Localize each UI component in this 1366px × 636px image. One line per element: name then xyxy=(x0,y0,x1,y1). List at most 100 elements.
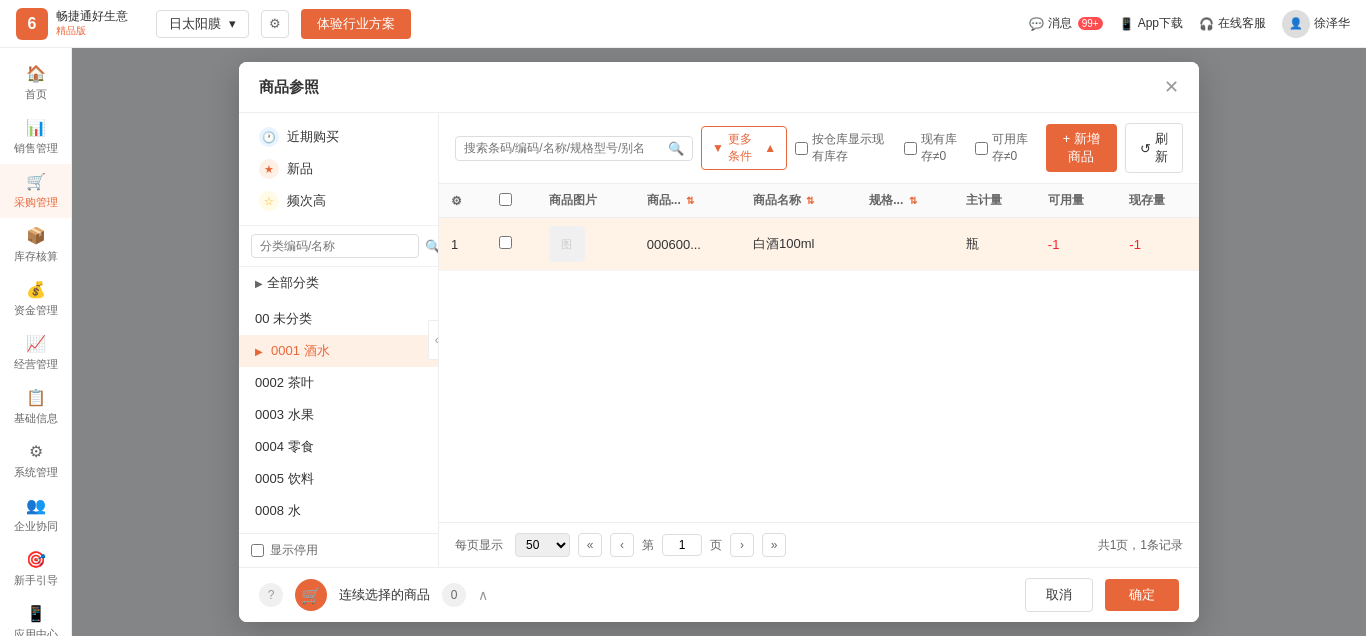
selected-text: 连续选择的商品 xyxy=(339,586,430,604)
show-disabled-checkbox[interactable] xyxy=(251,544,264,557)
search-icon-btn[interactable]: 🔍 xyxy=(668,141,684,156)
system-icon: ⚙ xyxy=(29,442,43,461)
gear-button[interactable]: ⚙ xyxy=(261,10,289,38)
cat-item-3[interactable]: 0003 水果 xyxy=(239,399,438,431)
sidebar-item-guide[interactable]: 🎯 新手引导 xyxy=(0,542,71,596)
select-all-checkbox[interactable] xyxy=(499,193,512,206)
nav-selector[interactable]: 日太阳膜 ▾ xyxy=(156,10,249,38)
search-icon[interactable]: 🔍 xyxy=(425,239,439,254)
show-disabled-row: 显示停用 xyxy=(239,533,438,567)
row-current: -1 xyxy=(1117,218,1199,271)
chevron-down-icon: ▾ xyxy=(229,16,236,31)
all-category-item[interactable]: ▶ 全部分类 xyxy=(239,267,438,299)
collab-icon: 👥 xyxy=(26,496,46,515)
collapse-panel-button[interactable]: « xyxy=(428,320,439,360)
col-checkbox[interactable] xyxy=(487,184,537,218)
add-product-button[interactable]: + 新增商品 xyxy=(1046,124,1117,172)
last-page-button[interactable]: » xyxy=(762,533,786,557)
sidebar-label-finance: 资金管理 xyxy=(14,303,58,318)
available-filter[interactable]: 可用库存≠0 xyxy=(975,131,1038,165)
page-size-select[interactable]: 50 100 200 xyxy=(515,533,570,557)
cat-item-5[interactable]: 0005 饮料 xyxy=(239,463,438,495)
quick-recent[interactable]: 🕐 近期购买 xyxy=(251,121,426,153)
refresh-label: 刷新 xyxy=(1155,130,1168,166)
cat-item-4[interactable]: 0004 零食 xyxy=(239,431,438,463)
avatar: 👤 xyxy=(1282,10,1310,38)
confirm-button[interactable]: 确定 xyxy=(1105,579,1179,611)
filter-collapse-icon: ▲ xyxy=(764,141,776,155)
modal-footer: ? 🛒 连续选择的商品 0 ∧ 取消 确定 xyxy=(239,567,1199,622)
first-page-button[interactable]: « xyxy=(578,533,602,557)
available-label: 可用库存≠0 xyxy=(992,131,1038,165)
col-code[interactable]: 商品... ⇅ xyxy=(635,184,741,218)
sidebar-item-system[interactable]: ⚙ 系统管理 xyxy=(0,434,71,488)
next-page-button[interactable]: › xyxy=(730,533,754,557)
sidebar-item-home[interactable]: 🏠 首页 xyxy=(0,56,71,110)
selector-label: 日太阳膜 xyxy=(169,15,221,33)
row-available: -1 xyxy=(1036,218,1118,271)
cart-button[interactable]: 🛒 xyxy=(295,579,327,611)
prev-page-button[interactable]: ‹ xyxy=(610,533,634,557)
cat-item-6[interactable]: 0008 水 xyxy=(239,495,438,527)
cat-item-2[interactable]: 0002 茶叶 xyxy=(239,367,438,399)
sidebar-label-basic: 基础信息 xyxy=(14,411,58,426)
sidebar-item-collab[interactable]: 👥 企业协同 xyxy=(0,488,71,542)
service-button[interactable]: 🎧 在线客服 xyxy=(1199,15,1266,32)
modal-close-button[interactable]: ✕ xyxy=(1164,76,1179,98)
logo-text: 畅捷通好生意 xyxy=(56,9,128,25)
sidebar-item-finance[interactable]: 💰 资金管理 xyxy=(0,272,71,326)
col-name[interactable]: 商品名称 ⇅ xyxy=(741,184,857,218)
nav-right: 💬 消息 99+ 📱 App下载 🎧 在线客服 👤 徐泽华 xyxy=(1029,10,1350,38)
footer-collapse-button[interactable]: ∧ xyxy=(478,587,488,603)
messages-button[interactable]: 💬 消息 99+ xyxy=(1029,15,1103,32)
main-content: 商品参照 ✕ 🕐 近期购买 ★ xyxy=(72,48,1366,636)
sidebar-item-basic[interactable]: 📋 基础信息 xyxy=(0,380,71,434)
quick-freq[interactable]: ☆ 频次高 xyxy=(251,185,426,217)
finance-icon: 💰 xyxy=(26,280,46,299)
sidebar-item-inventory[interactable]: 📦 库存核算 xyxy=(0,218,71,272)
product-search-input[interactable] xyxy=(464,141,664,155)
trial-button[interactable]: 体验行业方案 xyxy=(301,9,411,39)
col-spec[interactable]: 规格... ⇅ xyxy=(857,184,954,218)
sidebar-item-sales[interactable]: 📊 销售管理 xyxy=(0,110,71,164)
app-download-button[interactable]: 📱 App下载 xyxy=(1119,15,1183,32)
cat-label-0: 00 未分类 xyxy=(255,310,312,328)
row-unit: 瓶 xyxy=(954,218,1036,271)
category-search-input[interactable] xyxy=(251,234,419,258)
cat-item-1[interactable]: ▶ 0001 酒水 xyxy=(239,335,438,367)
cat-label-5: 0005 饮料 xyxy=(255,470,314,488)
guide-icon: 🎯 xyxy=(26,550,46,569)
col-settings[interactable]: ⚙ xyxy=(439,184,487,218)
cat-label-2: 0002 茶叶 xyxy=(255,374,314,392)
refresh-icon: ↺ xyxy=(1140,141,1151,156)
filter-button[interactable]: ▼ 更多条件 ▲ xyxy=(701,126,787,170)
warehouse-checkbox[interactable] xyxy=(795,142,808,155)
page-number-input[interactable] xyxy=(662,534,702,556)
category-list: 00 未分类 ▶ 0001 酒水 0002 茶叶 0003 水果 xyxy=(239,299,438,533)
refresh-button[interactable]: ↺ 刷新 xyxy=(1125,123,1183,173)
logo-sub: 精品版 xyxy=(56,24,128,38)
sidebar-item-purchase[interactable]: 🛒 采购管理 xyxy=(0,164,71,218)
cancel-button[interactable]: 取消 xyxy=(1025,578,1093,612)
quick-new[interactable]: ★ 新品 xyxy=(251,153,426,185)
row-checkbox-cell[interactable] xyxy=(487,218,537,271)
sidebar-item-operation[interactable]: 📈 经营管理 xyxy=(0,326,71,380)
existing-checkbox[interactable] xyxy=(904,142,917,155)
help-button[interactable]: ? xyxy=(259,583,283,607)
search-bar-right: + 新增商品 ↺ 刷新 xyxy=(1046,123,1183,173)
existing-filter[interactable]: 现有库存≠0 xyxy=(904,131,967,165)
warehouse-filter[interactable]: 按仓库显示现有库存 xyxy=(795,131,896,165)
cat-item-0[interactable]: 00 未分类 xyxy=(239,303,438,335)
recent-icon: 🕐 xyxy=(259,127,279,147)
row-checkbox[interactable] xyxy=(499,236,512,249)
sidebar-item-apps[interactable]: 📱 应用中心 xyxy=(0,596,71,636)
service-label: 在线客服 xyxy=(1218,15,1266,32)
purchase-icon: 🛒 xyxy=(26,172,46,191)
table-row[interactable]: 1 图 000600... 白酒100ml 瓶 xyxy=(439,218,1199,271)
user-profile[interactable]: 👤 徐泽华 xyxy=(1282,10,1350,38)
col-unit: 主计量 xyxy=(954,184,1036,218)
available-checkbox[interactable] xyxy=(975,142,988,155)
all-category-label: 全部分类 xyxy=(267,274,319,292)
apps-icon: 📱 xyxy=(26,604,46,623)
row-img-cell: 图 xyxy=(537,218,635,271)
